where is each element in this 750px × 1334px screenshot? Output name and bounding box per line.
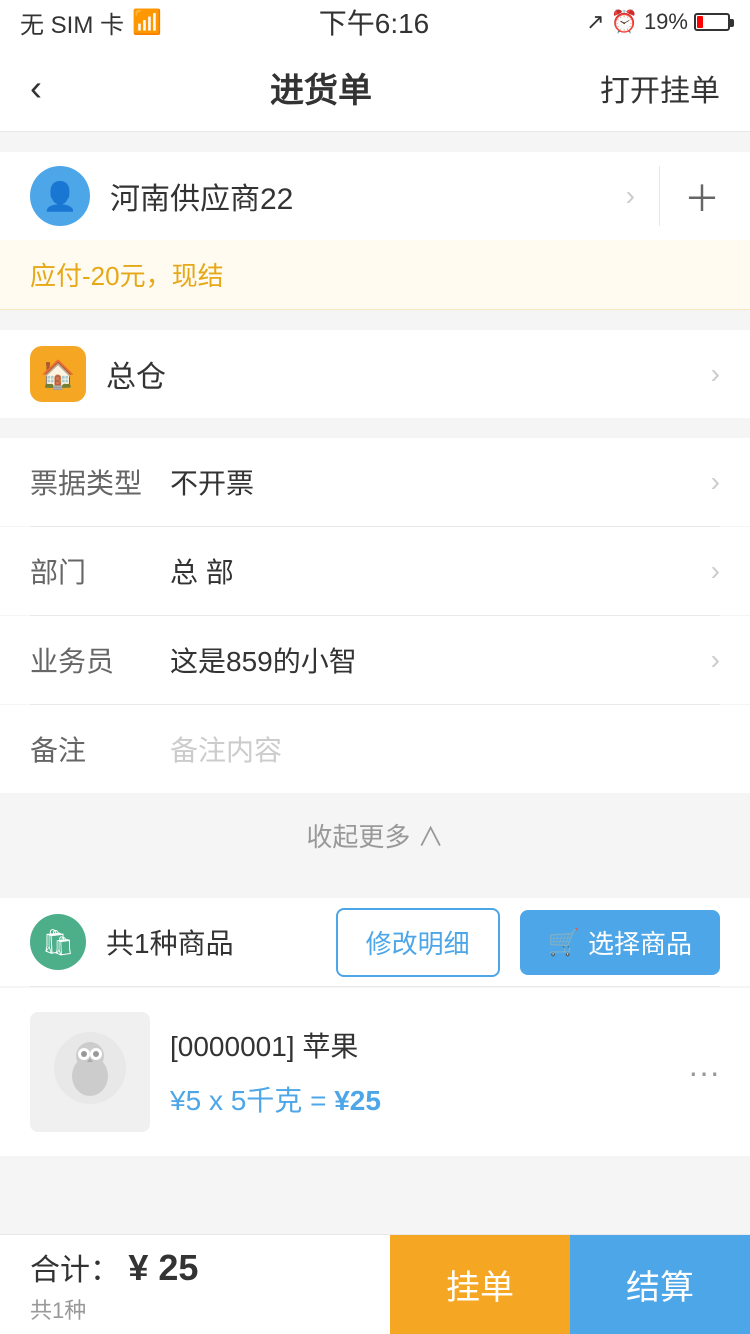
product-price-row: ¥5 x 5千克 = ¥25 bbox=[170, 1079, 668, 1119]
open-pending-button[interactable]: 打开挂单 bbox=[600, 66, 720, 110]
warehouse-icon: 🏠 bbox=[30, 346, 86, 402]
gap-1 bbox=[0, 132, 750, 152]
status-left: 无 SIM 卡 📶 bbox=[20, 5, 162, 40]
gap-4 bbox=[0, 878, 750, 898]
quantity-label: 5千克 bbox=[231, 1085, 303, 1116]
dept-label: 部门 bbox=[30, 551, 170, 591]
suspend-button[interactable]: 挂单 bbox=[390, 1235, 570, 1334]
invoice-value: 不开票 bbox=[170, 462, 711, 502]
warehouse-chevron-icon: › bbox=[711, 358, 720, 390]
invoice-chevron-icon: › bbox=[711, 466, 720, 498]
collapse-bar[interactable]: 收起更多 ∧ bbox=[0, 793, 750, 878]
cart-icon: 🛒 bbox=[548, 927, 580, 958]
product-header: 🛍 共1种商品 修改明细 🛒 选择商品 bbox=[0, 898, 750, 986]
supplier-row[interactable]: 👤 河南供应商22 › ＋ bbox=[0, 152, 750, 240]
carrier-label: 无 SIM 卡 bbox=[20, 5, 124, 40]
divider-4 bbox=[30, 986, 720, 987]
product-more-button[interactable]: ··· bbox=[688, 1054, 720, 1091]
department-row[interactable]: 部门 总 部 › bbox=[0, 527, 750, 615]
total-section: 合计： ¥ 25 共1种 bbox=[0, 1235, 390, 1334]
product-count: 共1种商品 bbox=[106, 922, 316, 962]
select-label: 选择商品 bbox=[588, 924, 692, 961]
dept-value: 总 部 bbox=[170, 551, 711, 591]
wifi-icon: 📶 bbox=[132, 8, 162, 37]
remark-row[interactable]: 备注 备注内容 bbox=[0, 705, 750, 793]
total-sub: 共1种 bbox=[30, 1293, 360, 1325]
person-icon: 👤 bbox=[43, 180, 78, 213]
product-total: ¥25 bbox=[334, 1085, 381, 1116]
remark-label: 备注 bbox=[30, 729, 170, 769]
product-icon: 🛍 bbox=[30, 914, 86, 970]
nav-bar: ‹ 进货单 打开挂单 bbox=[0, 44, 750, 132]
modify-detail-button[interactable]: 修改明细 bbox=[336, 908, 500, 977]
price-label: ¥5 bbox=[170, 1085, 201, 1116]
invoice-label: 票据类型 bbox=[30, 462, 170, 502]
salesperson-chevron-icon: › bbox=[711, 644, 720, 676]
total-row: 合计： ¥ 25 bbox=[30, 1245, 360, 1289]
product-name: [0000001] 苹果 bbox=[170, 1025, 668, 1065]
product-item: [0000001] 苹果 ¥5 x 5千克 = ¥25 ··· bbox=[0, 988, 750, 1156]
supplier-avatar: 👤 bbox=[30, 166, 90, 226]
equals-sign: = bbox=[310, 1085, 334, 1116]
supplier-divider bbox=[659, 166, 660, 226]
warehouse-name: 总仓 bbox=[106, 352, 711, 396]
shopping-icon: 🛍 bbox=[41, 927, 74, 958]
product-title: 苹果 bbox=[302, 1031, 358, 1062]
supplier-name: 河南供应商22 bbox=[110, 174, 626, 218]
product-thumbnail bbox=[30, 1012, 150, 1132]
multiply-sign: x bbox=[209, 1085, 231, 1116]
page-title: 进货单 bbox=[270, 63, 372, 112]
status-right: ↗ ⏰ 19% bbox=[586, 9, 730, 35]
total-label: 合计： bbox=[30, 1254, 120, 1287]
dept-chevron-icon: › bbox=[711, 555, 720, 587]
total-amount: ¥ 25 bbox=[128, 1247, 198, 1288]
status-bar: 无 SIM 卡 📶 下午6:16 ↗ ⏰ 19% bbox=[0, 0, 750, 44]
salesperson-row[interactable]: 业务员 这是859的小智 › bbox=[0, 616, 750, 704]
battery-percent: 19% bbox=[644, 9, 688, 35]
gap-2 bbox=[0, 310, 750, 330]
supplier-chevron-icon: › bbox=[626, 180, 635, 212]
bottom-bar: 合计： ¥ 25 共1种 挂单 结算 bbox=[0, 1234, 750, 1334]
back-button[interactable]: ‹ bbox=[30, 67, 42, 109]
product-code: [0000001] bbox=[170, 1031, 295, 1062]
warehouse-row[interactable]: 🏠 总仓 › bbox=[0, 330, 750, 418]
gap-3 bbox=[0, 418, 750, 438]
battery-icon bbox=[694, 13, 730, 31]
product-info: [0000001] 苹果 ¥5 x 5千克 = ¥25 bbox=[170, 1025, 668, 1119]
checkout-button[interactable]: 结算 bbox=[570, 1235, 750, 1334]
add-supplier-button[interactable]: ＋ bbox=[684, 170, 720, 222]
product-thumb-icon bbox=[50, 1028, 130, 1117]
salesperson-value: 这是859的小智 bbox=[170, 640, 711, 680]
salesperson-label: 业务员 bbox=[30, 640, 170, 680]
location-icon: ↗ bbox=[586, 9, 604, 35]
time-label: 下午6:16 bbox=[319, 2, 430, 42]
home-icon: 🏠 bbox=[41, 358, 76, 391]
supplier-alert: 应付-20元，现结 bbox=[0, 240, 750, 310]
remark-input[interactable]: 备注内容 bbox=[170, 729, 720, 769]
select-product-button[interactable]: 🛒 选择商品 bbox=[520, 910, 720, 975]
alarm-icon: ⏰ bbox=[611, 9, 638, 35]
invoice-type-row[interactable]: 票据类型 不开票 › bbox=[0, 438, 750, 526]
